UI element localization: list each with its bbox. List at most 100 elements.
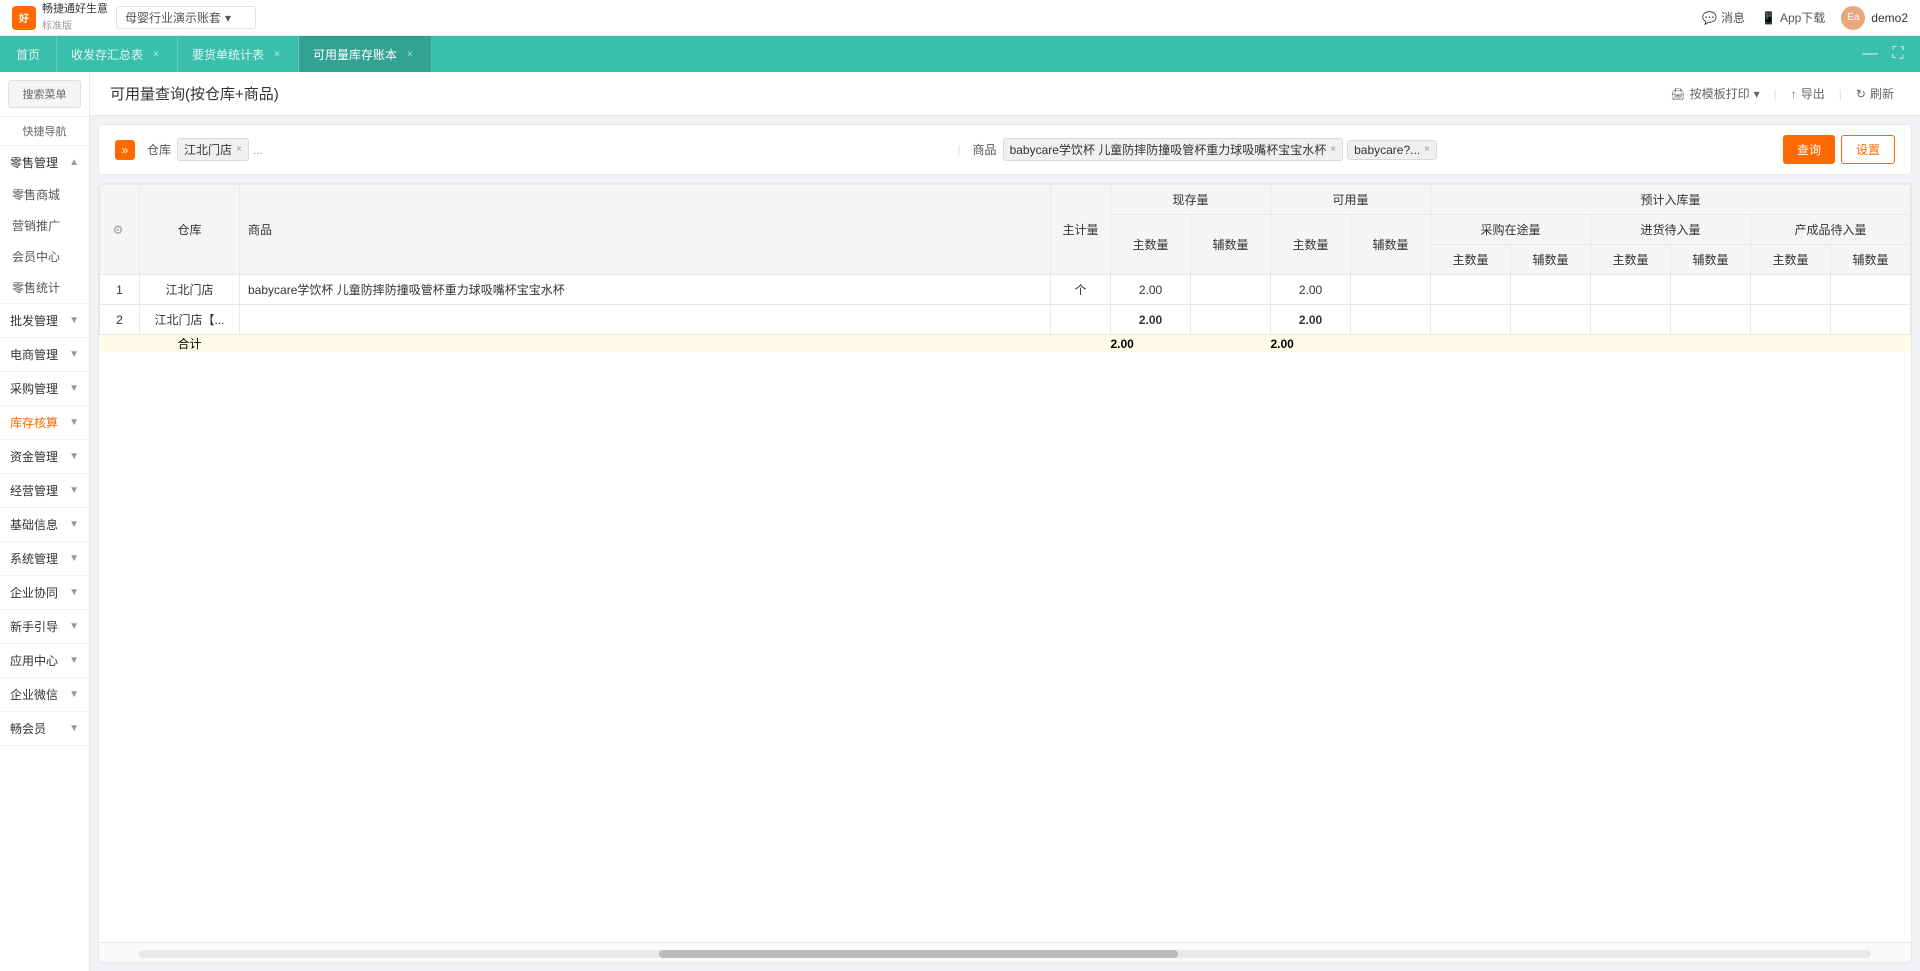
table-row: 2 江北门店【... 2.00 2.00 [100, 305, 1911, 335]
th-product-pending-aux: 辅数量 [1831, 245, 1911, 275]
query-btn[interactable]: 查询 [1783, 135, 1835, 164]
summary-avail-aux [1351, 335, 1431, 353]
user-name: demo2 [1871, 11, 1908, 25]
cell-cur-main-1: 2.00 [1111, 275, 1191, 305]
sidebar-item-quick-nav[interactable]: 快捷导航 [0, 117, 89, 146]
header-actions: 🖨 按模板打印 ▾ | ↑ 导出 | ↻ 刷新 [1664, 82, 1900, 105]
th-purchase-transit: 采购在途量 [1431, 215, 1591, 245]
goods-tags-area: babycare学饮杯 儿童防摔防撞吸管杯重力球吸嘴杯宝宝水杯 × babyca… [1003, 138, 1771, 161]
cell-avail-main-1: 2.00 [1271, 275, 1351, 305]
refresh-label: 刷新 [1870, 85, 1894, 102]
goods-tag-0-close[interactable]: × [1330, 144, 1336, 155]
sidebar-group-basic-header[interactable]: 基础信息 ▼ [0, 508, 89, 541]
th-available: 可用量 [1271, 185, 1431, 215]
sidebar-item-marketing[interactable]: 营销推广 [0, 210, 89, 241]
sidebar-group-appstore-label: 应用中心 [10, 652, 58, 669]
sidebar-group-purchase-header[interactable]: 采购管理 ▼ [0, 372, 89, 405]
tab-home[interactable]: 首页 [0, 36, 57, 72]
cell-gp-main-1 [1591, 275, 1671, 305]
content-area: 可用量查询(按仓库+商品) 🖨 按模板打印 ▾ | ↑ 导出 | ↻ 刷新 [90, 72, 1920, 971]
warehouse-tag-0-close[interactable]: × [236, 144, 242, 155]
sidebar-group-wecom-header[interactable]: 企业微信 ▼ [0, 678, 89, 711]
app-download-btn[interactable]: 📱 App下载 [1761, 9, 1825, 26]
summary-cur-aux [1191, 335, 1271, 353]
sidebar-group-newbie-header[interactable]: 新手引导 ▼ [0, 610, 89, 643]
goods-tag-1: babycare?... × [1347, 140, 1437, 160]
refresh-btn[interactable]: ↻ 刷新 [1850, 82, 1900, 105]
print-icon: 🖨 [1670, 87, 1685, 101]
cell-warehouse-1: 江北门店 [140, 275, 240, 305]
tab-order-stats[interactable]: 要货单统计表 × [178, 36, 299, 72]
sidebar-group-wecom: 企业微信 ▼ [0, 678, 89, 712]
col-settings-icon[interactable]: ⚙ [108, 220, 128, 240]
sidebar-item-retail-mall[interactable]: 零售商城 [0, 179, 89, 210]
sidebar-group-enterprise-header[interactable]: 企业协同 ▼ [0, 576, 89, 609]
th-current-stock: 现存量 [1111, 185, 1271, 215]
filter-actions: 查询 设置 [1783, 135, 1895, 164]
filter-expand-btn[interactable]: » [115, 140, 135, 160]
avatar-text: Ea [1847, 12, 1859, 23]
th-current-aux: 辅数量 [1191, 215, 1271, 275]
goods-tag-1-close[interactable]: × [1424, 144, 1430, 155]
sidebar-group-member-header[interactable]: 畅会员 ▼ [0, 712, 89, 745]
tab-order-stats-close[interactable]: × [270, 47, 284, 61]
sidebar-group-ops-header[interactable]: 经营管理 ▼ [0, 474, 89, 507]
warehouse-more-icon[interactable]: ... [253, 143, 263, 157]
settings-btn[interactable]: 设置 [1841, 135, 1895, 164]
th-purchase-aux: 辅数量 [1511, 245, 1591, 275]
sidebar-group-enterprise-label: 企业协同 [10, 584, 58, 601]
sidebar-group-enterprise-arrow: ▼ [69, 587, 79, 598]
sidebar-group-inventory: 库存核算 ▼ [0, 406, 89, 440]
tab-receivable-close[interactable]: × [149, 47, 163, 61]
search-menu-btn[interactable]: 搜索菜单 [8, 80, 81, 108]
summary-empty-1 [100, 335, 140, 353]
cell-pt-aux-2 [1511, 305, 1591, 335]
table-wrapper: ⚙ 仓库 商品 主计量 现存量 可用量 预计入库量 主数量 辅数量 [98, 183, 1912, 963]
sidebar-group-finance-header[interactable]: 资金管理 ▼ [0, 440, 89, 473]
cell-avail-aux-2 [1351, 305, 1431, 335]
sidebar-item-member-center[interactable]: 会员中心 [0, 241, 89, 272]
app-download-label: App下载 [1780, 9, 1825, 26]
refresh-icon: ↻ [1856, 87, 1866, 101]
summary-cur-main: 2.00 [1111, 335, 1191, 353]
user-area[interactable]: Ea demo2 [1841, 6, 1908, 30]
page-header: 可用量查询(按仓库+商品) 🖨 按模板打印 ▾ | ↑ 导出 | ↻ 刷新 [90, 72, 1920, 116]
tab-minimize-icon[interactable]: — [1860, 44, 1880, 64]
sidebar-group-basic-arrow: ▼ [69, 519, 79, 530]
summary-pt-main [1431, 335, 1511, 353]
sidebar-group-finance-label: 资金管理 [10, 448, 58, 465]
export-btn[interactable]: ↑ 导出 [1785, 82, 1831, 105]
logo-area: 好 畅捷通好生意 标准版 [12, 3, 108, 31]
sidebar-group-wholesale-arrow: ▼ [69, 315, 79, 326]
sidebar-group-retail-header[interactable]: 零售管理 ▲ [0, 146, 89, 179]
industry-selector[interactable]: 母婴行业演示账套 ▾ [116, 6, 256, 29]
sidebar-group-appstore-header[interactable]: 应用中心 ▼ [0, 644, 89, 677]
tab-receivable[interactable]: 收发存汇总表 × [57, 36, 178, 72]
sidebar-group-system-header[interactable]: 系统管理 ▼ [0, 542, 89, 575]
tab-available-stock-close[interactable]: × [403, 47, 417, 61]
message-btn[interactable]: 💬 消息 [1702, 9, 1745, 26]
sidebar-group-ecommerce: 电商管理 ▼ [0, 338, 89, 372]
print-template-btn[interactable]: 🖨 按模板打印 ▾ [1664, 82, 1765, 105]
th-expected-in: 预计入库量 [1431, 185, 1911, 215]
summary-row: 合计 2.00 2.00 [100, 335, 1911, 353]
app-icon: 📱 [1761, 11, 1776, 25]
tab-maximize-icon[interactable]: ⛶ [1888, 44, 1908, 64]
sidebar-group-ecommerce-header[interactable]: 电商管理 ▼ [0, 338, 89, 371]
filter-warehouse-group: 仓库 江北门店 × ... [147, 138, 945, 161]
sidebar-item-retail-stats[interactable]: 零售统计 [0, 272, 89, 303]
table-scroll[interactable]: ⚙ 仓库 商品 主计量 现存量 可用量 预计入库量 主数量 辅数量 [99, 184, 1911, 942]
scrollbar-thumb[interactable] [659, 950, 1179, 958]
tab-available-stock[interactable]: 可用量库存账本 × [299, 36, 432, 72]
cell-cur-aux-1 [1191, 275, 1271, 305]
sidebar-group-inventory-header[interactable]: 库存核算 ▼ [0, 406, 89, 439]
sidebar-group-member: 畅会员 ▼ [0, 712, 89, 746]
tab-available-stock-label: 可用量库存账本 [313, 46, 397, 63]
sidebar-group-basic: 基础信息 ▼ [0, 508, 89, 542]
sidebar-group-retail: 零售管理 ▲ 零售商城 营销推广 会员中心 零售统计 [0, 146, 89, 304]
logo-text: 畅捷通好生意 [42, 3, 108, 16]
sidebar-group-finance-arrow: ▼ [69, 451, 79, 462]
cell-pt-aux-1 [1511, 275, 1591, 305]
sidebar-group-wholesale-header[interactable]: 批发管理 ▼ [0, 304, 89, 337]
sidebar-group-newbie-arrow: ▼ [69, 621, 79, 632]
